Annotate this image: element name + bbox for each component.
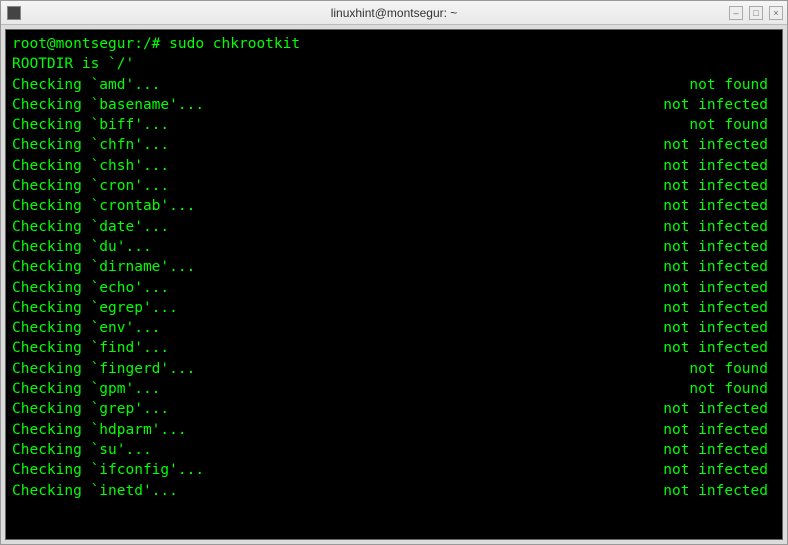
check-status: not infected xyxy=(663,278,776,298)
terminal-icon xyxy=(7,6,21,20)
check-line: Checking `find'... not infected xyxy=(12,338,776,358)
check-status: not infected xyxy=(663,460,776,480)
window-icon-area xyxy=(7,6,21,20)
check-command: Checking `hdparm'... xyxy=(12,420,187,440)
check-status: not infected xyxy=(663,196,776,216)
check-command: Checking `ifconfig'... xyxy=(12,460,204,480)
terminal-body[interactable]: root@montsegur:/# sudo chkrootkit ROOTDI… xyxy=(5,29,783,540)
check-command: Checking `grep'... xyxy=(12,399,169,419)
check-command: Checking `egrep'... xyxy=(12,298,178,318)
check-status: not infected xyxy=(663,217,776,237)
window-controls: – □ × xyxy=(729,6,783,20)
check-line: Checking `biff'... not found xyxy=(12,115,776,135)
check-line: Checking `fingerd'... not found xyxy=(12,359,776,379)
check-command: Checking `inetd'... xyxy=(12,481,178,501)
maximize-button[interactable]: □ xyxy=(749,6,763,20)
close-button[interactable]: × xyxy=(769,6,783,20)
check-line: Checking `grep'... not infected xyxy=(12,399,776,419)
check-command: Checking `crontab'... xyxy=(12,196,195,216)
command: sudo chkrootkit xyxy=(169,36,300,52)
check-command: Checking `date'... xyxy=(12,217,169,237)
check-status: not infected xyxy=(663,440,776,460)
check-line: Checking `hdparm'... not infected xyxy=(12,420,776,440)
check-line: Checking `dirname'... not infected xyxy=(12,257,776,277)
checks-output: Checking `amd'...not foundChecking `base… xyxy=(12,75,776,501)
titlebar[interactable]: linuxhint@montsegur: ~ – □ × xyxy=(1,1,787,25)
check-line: Checking `gpm'... not found xyxy=(12,379,776,399)
check-command: Checking `su'... xyxy=(12,440,152,460)
check-line: Checking `date'... not infected xyxy=(12,217,776,237)
check-status: not infected xyxy=(663,338,776,358)
check-line: Checking `amd'... not found xyxy=(12,75,776,95)
check-command: Checking `dirname'... xyxy=(12,257,195,277)
rootdir-line: ROOTDIR is `/' xyxy=(12,54,776,74)
prompt-line: root@montsegur:/# sudo chkrootkit xyxy=(12,34,776,54)
check-command: Checking `amd'... xyxy=(12,75,160,95)
check-command: Checking `chfn'... xyxy=(12,135,169,155)
check-command: Checking `fingerd'... xyxy=(12,359,195,379)
check-status: not found xyxy=(689,75,776,95)
check-status: not infected xyxy=(663,135,776,155)
check-status: not infected xyxy=(663,399,776,419)
check-status: not infected xyxy=(663,237,776,257)
check-status: not infected xyxy=(663,156,776,176)
check-command: Checking `echo'... xyxy=(12,278,169,298)
check-line: Checking `ifconfig'... not infected xyxy=(12,460,776,480)
check-status: not infected xyxy=(663,257,776,277)
check-command: Checking `find'... xyxy=(12,338,169,358)
minimize-button[interactable]: – xyxy=(729,6,743,20)
check-status: not infected xyxy=(663,176,776,196)
check-command: Checking `biff'... xyxy=(12,115,169,135)
check-line: Checking `du'... not infected xyxy=(12,237,776,257)
check-line: Checking `inetd'... not infected xyxy=(12,481,776,501)
check-command: Checking `chsh'... xyxy=(12,156,169,176)
check-command: Checking `basename'... xyxy=(12,95,204,115)
check-line: Checking `basename'... not infected xyxy=(12,95,776,115)
check-status: not infected xyxy=(663,318,776,338)
check-line: Checking `su'... not infected xyxy=(12,440,776,460)
check-command: Checking `du'... xyxy=(12,237,152,257)
check-line: Checking `chfn'... not infected xyxy=(12,135,776,155)
prompt: root@montsegur:/# xyxy=(12,36,169,52)
check-line: Checking `echo'... not infected xyxy=(12,278,776,298)
check-status: not found xyxy=(689,359,776,379)
check-line: Checking `env'... not infected xyxy=(12,318,776,338)
check-status: not found xyxy=(689,379,776,399)
check-command: Checking `gpm'... xyxy=(12,379,160,399)
check-status: not found xyxy=(689,115,776,135)
terminal-window: linuxhint@montsegur: ~ – □ × root@montse… xyxy=(0,0,788,545)
check-status: not infected xyxy=(663,481,776,501)
check-command: Checking `env'... xyxy=(12,318,160,338)
check-status: not infected xyxy=(663,95,776,115)
check-command: Checking `cron'... xyxy=(12,176,169,196)
check-line: Checking `cron'... not infected xyxy=(12,176,776,196)
window-title: linuxhint@montsegur: ~ xyxy=(331,6,458,20)
check-line: Checking `egrep'... not infected xyxy=(12,298,776,318)
check-line: Checking `chsh'... not infected xyxy=(12,156,776,176)
check-status: not infected xyxy=(663,298,776,318)
check-line: Checking `crontab'... not infected xyxy=(12,196,776,216)
check-status: not infected xyxy=(663,420,776,440)
